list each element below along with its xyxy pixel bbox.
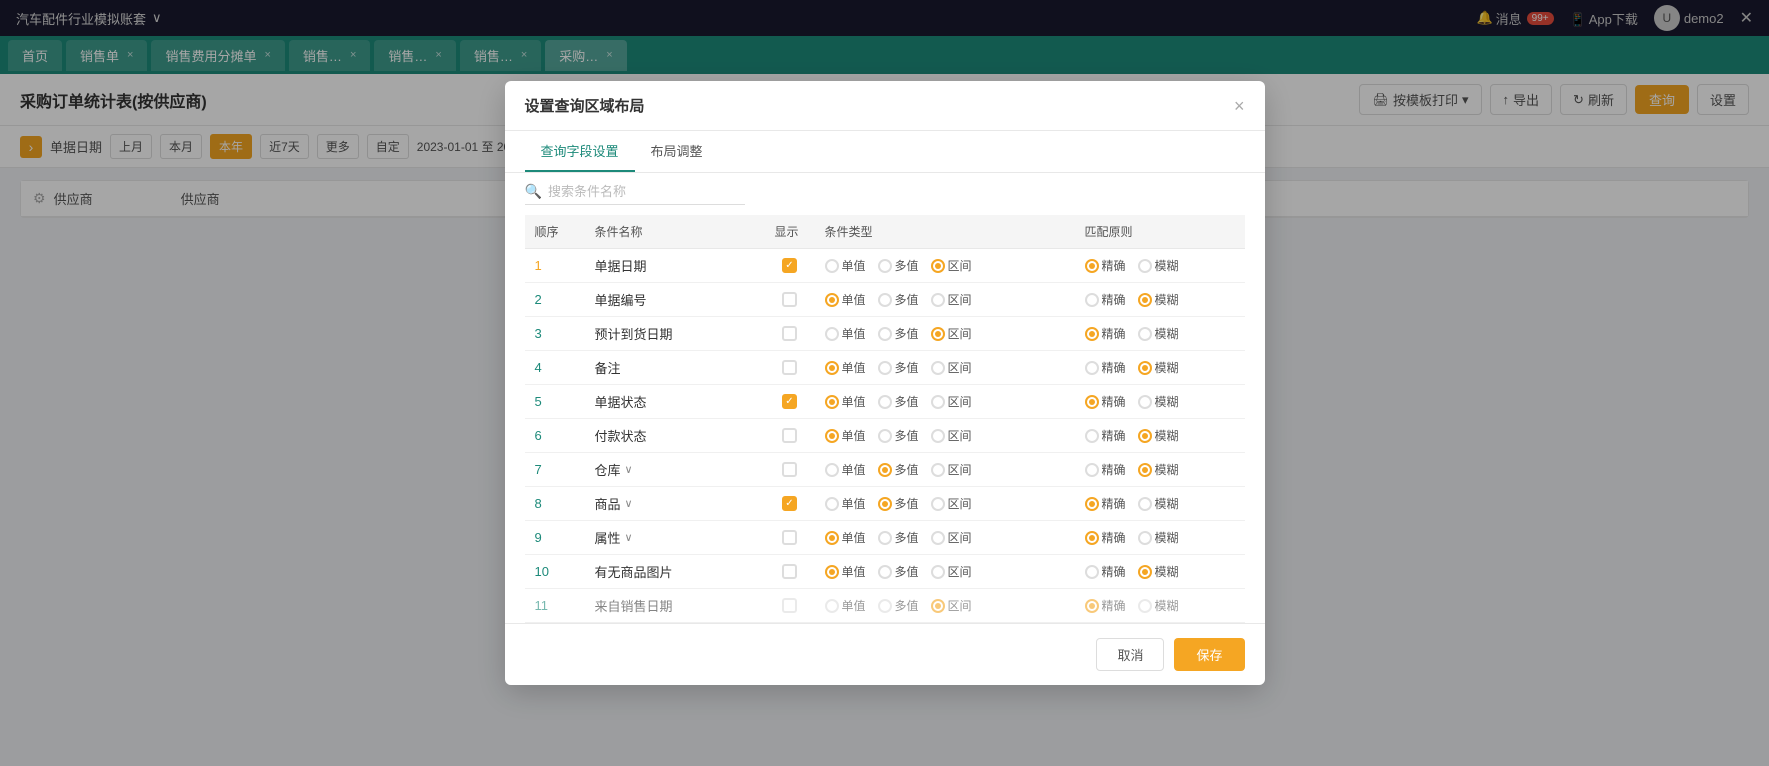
row-order: 7 bbox=[525, 453, 585, 487]
row-display-checkbox[interactable] bbox=[765, 249, 815, 283]
table-row: 1单据日期 单值多值区间精确模糊 bbox=[525, 249, 1245, 283]
dialog-title: 设置查询区域布局 bbox=[525, 95, 645, 116]
dialog-close-btn[interactable]: × bbox=[1234, 97, 1245, 115]
row-condition-name: 单据状态 bbox=[585, 385, 765, 419]
row-match: 精确模糊 bbox=[1075, 283, 1245, 317]
row-cond-type: 单值多值区间 bbox=[815, 487, 1075, 521]
row-cond-type: 单值多值区间 bbox=[815, 385, 1075, 419]
dialog-header: 设置查询区域布局 × bbox=[505, 81, 1265, 131]
row-order: 8 bbox=[525, 487, 585, 521]
dialog-footer: 取消 保存 bbox=[505, 623, 1265, 685]
row-order: 6 bbox=[525, 419, 585, 453]
row-condition-name: 单据日期 bbox=[585, 249, 765, 283]
row-cond-type: 单值多值区间 bbox=[815, 453, 1075, 487]
row-order: 11 bbox=[525, 589, 585, 623]
table-row: 11来自销售日期 单值多值区间精确模糊 bbox=[525, 589, 1245, 623]
cancel-btn[interactable]: 取消 bbox=[1096, 638, 1164, 671]
row-match: 精确模糊 bbox=[1075, 351, 1245, 385]
row-display-checkbox[interactable] bbox=[765, 521, 815, 555]
row-order: 2 bbox=[525, 283, 585, 317]
row-order: 1 bbox=[525, 249, 585, 283]
row-condition-name: 来自销售日期 bbox=[585, 589, 765, 623]
table-row: 3预计到货日期 单值多值区间精确模糊 bbox=[525, 317, 1245, 351]
row-display-checkbox[interactable] bbox=[765, 283, 815, 317]
search-wrap: 🔍 bbox=[525, 183, 745, 205]
th-cond-type: 条件类型 bbox=[815, 215, 1075, 249]
table-row: 9属性 ∨ 单值多值区间精确模糊 bbox=[525, 521, 1245, 555]
row-display-checkbox[interactable] bbox=[765, 419, 815, 453]
row-display-checkbox[interactable] bbox=[765, 385, 815, 419]
row-match: 精确模糊 bbox=[1075, 521, 1245, 555]
row-display-checkbox[interactable] bbox=[765, 351, 815, 385]
th-order: 顺序 bbox=[525, 215, 585, 249]
row-cond-type: 单值多值区间 bbox=[815, 589, 1075, 623]
row-display-checkbox[interactable] bbox=[765, 555, 815, 589]
th-match: 匹配原则 bbox=[1075, 215, 1245, 249]
th-display: 显示 bbox=[765, 215, 815, 249]
dialog-search-area: 🔍 bbox=[505, 173, 1265, 215]
row-cond-type: 单值多值区间 bbox=[815, 351, 1075, 385]
row-condition-name: 属性 ∨ bbox=[585, 521, 765, 555]
row-display-checkbox[interactable] bbox=[765, 589, 815, 623]
table-row: 2单据编号 单值多值区间精确模糊 bbox=[525, 283, 1245, 317]
save-btn[interactable]: 保存 bbox=[1174, 638, 1244, 671]
conditions-table: 顺序 条件名称 显示 条件类型 匹配原则 1单据日期单值多值区间精确模糊2单据编… bbox=[525, 215, 1245, 623]
row-cond-type: 单值多值区间 bbox=[815, 555, 1075, 589]
row-match: 精确模糊 bbox=[1075, 317, 1245, 351]
dialog-overlay: 设置查询区域布局 × 查询字段设置 布局调整 🔍 顺序 bbox=[0, 0, 1769, 766]
row-match: 精确模糊 bbox=[1075, 589, 1245, 623]
row-order: 5 bbox=[525, 385, 585, 419]
row-match: 精确模糊 bbox=[1075, 487, 1245, 521]
row-order: 10 bbox=[525, 555, 585, 589]
table-row: 5单据状态 单值多值区间精确模糊 bbox=[525, 385, 1245, 419]
row-condition-name: 商品 ∨ bbox=[585, 487, 765, 521]
settings-dialog: 设置查询区域布局 × 查询字段设置 布局调整 🔍 顺序 bbox=[505, 81, 1265, 685]
row-display-checkbox[interactable] bbox=[765, 487, 815, 521]
row-condition-name: 预计到货日期 bbox=[585, 317, 765, 351]
row-cond-type: 单值多值区间 bbox=[815, 283, 1075, 317]
search-icon: 🔍 bbox=[525, 183, 542, 200]
dialog-tabs: 查询字段设置 布局调整 bbox=[505, 131, 1265, 173]
row-match: 精确模糊 bbox=[1075, 555, 1245, 589]
row-match: 精确模糊 bbox=[1075, 249, 1245, 283]
tab-layout[interactable]: 布局调整 bbox=[635, 131, 719, 172]
table-row: 4备注 单值多值区间精确模糊 bbox=[525, 351, 1245, 385]
row-match: 精确模糊 bbox=[1075, 453, 1245, 487]
table-row: 7仓库 ∨ 单值多值区间精确模糊 bbox=[525, 453, 1245, 487]
dialog-table-wrap: 顺序 条件名称 显示 条件类型 匹配原则 1单据日期单值多值区间精确模糊2单据编… bbox=[505, 215, 1265, 623]
search-input[interactable] bbox=[548, 184, 728, 199]
table-row: 10有无商品图片 单值多值区间精确模糊 bbox=[525, 555, 1245, 589]
row-cond-type: 单值多值区间 bbox=[815, 521, 1075, 555]
row-condition-name: 仓库 ∨ bbox=[585, 453, 765, 487]
row-order: 4 bbox=[525, 351, 585, 385]
row-order: 9 bbox=[525, 521, 585, 555]
row-cond-type: 单值多值区间 bbox=[815, 317, 1075, 351]
row-condition-name: 有无商品图片 bbox=[585, 555, 765, 589]
row-cond-type: 单值多值区间 bbox=[815, 249, 1075, 283]
th-name: 条件名称 bbox=[585, 215, 765, 249]
tab-query-fields[interactable]: 查询字段设置 bbox=[525, 131, 635, 172]
row-condition-name: 备注 bbox=[585, 351, 765, 385]
row-match: 精确模糊 bbox=[1075, 385, 1245, 419]
row-cond-type: 单值多值区间 bbox=[815, 419, 1075, 453]
row-order: 3 bbox=[525, 317, 585, 351]
row-display-checkbox[interactable] bbox=[765, 317, 815, 351]
row-condition-name: 单据编号 bbox=[585, 283, 765, 317]
table-row: 6付款状态 单值多值区间精确模糊 bbox=[525, 419, 1245, 453]
row-condition-name: 付款状态 bbox=[585, 419, 765, 453]
table-row: 8商品 ∨ 单值多值区间精确模糊 bbox=[525, 487, 1245, 521]
row-display-checkbox[interactable] bbox=[765, 453, 815, 487]
row-match: 精确模糊 bbox=[1075, 419, 1245, 453]
